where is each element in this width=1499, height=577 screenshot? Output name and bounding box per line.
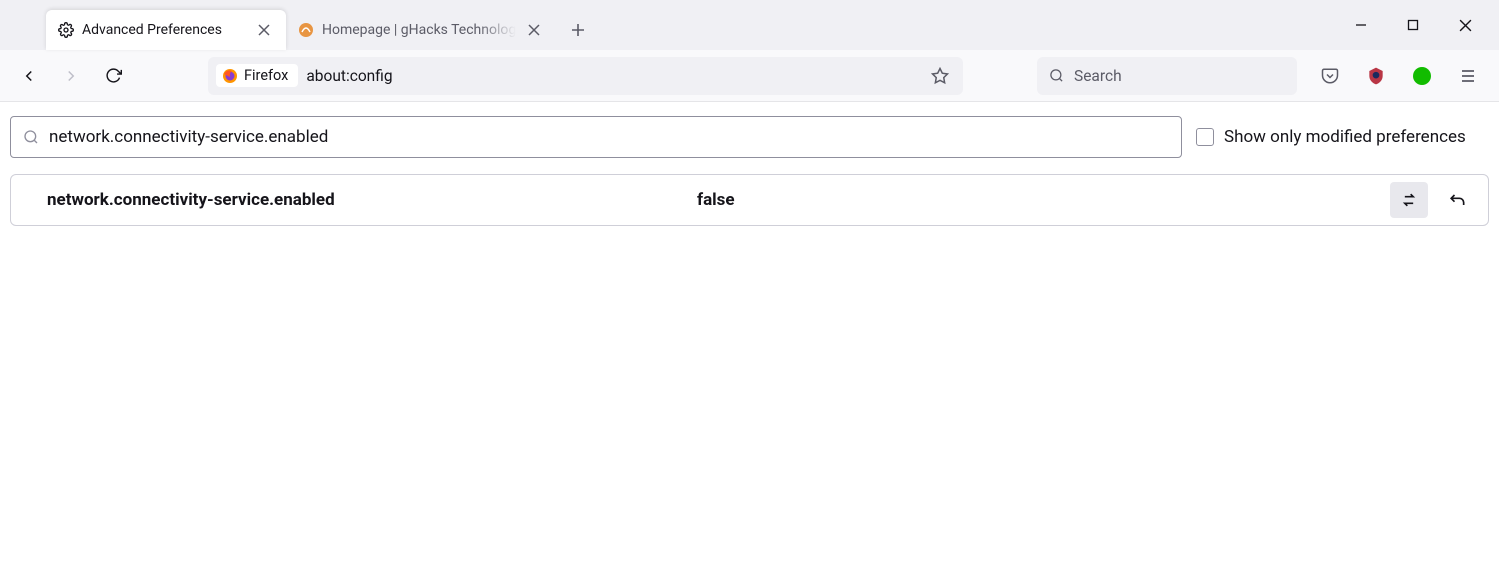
url-text: about:config — [306, 67, 917, 85]
search-icon — [1049, 68, 1064, 83]
firefox-logo-icon — [222, 68, 238, 84]
search-icon — [23, 129, 39, 145]
window-controls — [1347, 0, 1491, 50]
close-window-button[interactable] — [1451, 11, 1479, 39]
pref-search-input[interactable] — [49, 127, 1169, 147]
search-placeholder: Search — [1074, 67, 1122, 85]
extension-badge-icon[interactable] — [1359, 59, 1393, 93]
checkbox-icon[interactable] — [1196, 128, 1214, 146]
back-button[interactable] — [10, 57, 48, 95]
navigation-toolbar: Firefox about:config Search — [0, 50, 1499, 102]
pref-name: network.connectivity-service.enabled — [47, 190, 697, 210]
tab-advanced-preferences[interactable]: Advanced Preferences — [46, 10, 286, 50]
site-favicon-icon — [298, 22, 314, 38]
search-box[interactable]: Search — [1037, 57, 1297, 95]
about-config-content: Show only modified preferences network.c… — [0, 102, 1499, 240]
bookmark-star-icon[interactable] — [925, 67, 955, 85]
reset-button[interactable] — [1438, 182, 1476, 218]
profile-button[interactable] — [1405, 59, 1439, 93]
pref-value: false — [697, 190, 1390, 210]
show-modified-checkbox-wrapper[interactable]: Show only modified preferences — [1196, 127, 1466, 147]
profile-avatar-icon — [1413, 67, 1431, 85]
close-icon[interactable] — [524, 20, 544, 40]
minimize-button[interactable] — [1347, 11, 1375, 39]
forward-button[interactable] — [52, 57, 90, 95]
toggle-button[interactable] — [1390, 182, 1428, 218]
identity-label: Firefox — [244, 67, 288, 84]
reload-button[interactable] — [94, 57, 132, 95]
tab-bar: Advanced Preferences Homepage | gHacks T… — [0, 0, 1499, 50]
new-tab-button[interactable] — [562, 14, 594, 46]
close-icon[interactable] — [254, 20, 274, 40]
tab-ghacks[interactable]: Homepage | gHacks Technolog — [286, 10, 556, 50]
pref-row[interactable]: network.connectivity-service.enabled fal… — [11, 175, 1488, 225]
maximize-button[interactable] — [1399, 11, 1427, 39]
app-menu-button[interactable] — [1451, 59, 1485, 93]
url-bar[interactable]: Firefox about:config — [208, 57, 963, 95]
pocket-button[interactable] — [1313, 59, 1347, 93]
pref-search-bar[interactable] — [10, 116, 1182, 158]
checkbox-label: Show only modified preferences — [1224, 127, 1466, 147]
pref-list: network.connectivity-service.enabled fal… — [10, 174, 1489, 226]
site-identity[interactable]: Firefox — [216, 64, 298, 87]
tab-title: Advanced Preferences — [82, 22, 246, 38]
gear-icon — [58, 22, 74, 38]
tab-title: Homepage | gHacks Technolog — [322, 22, 516, 38]
